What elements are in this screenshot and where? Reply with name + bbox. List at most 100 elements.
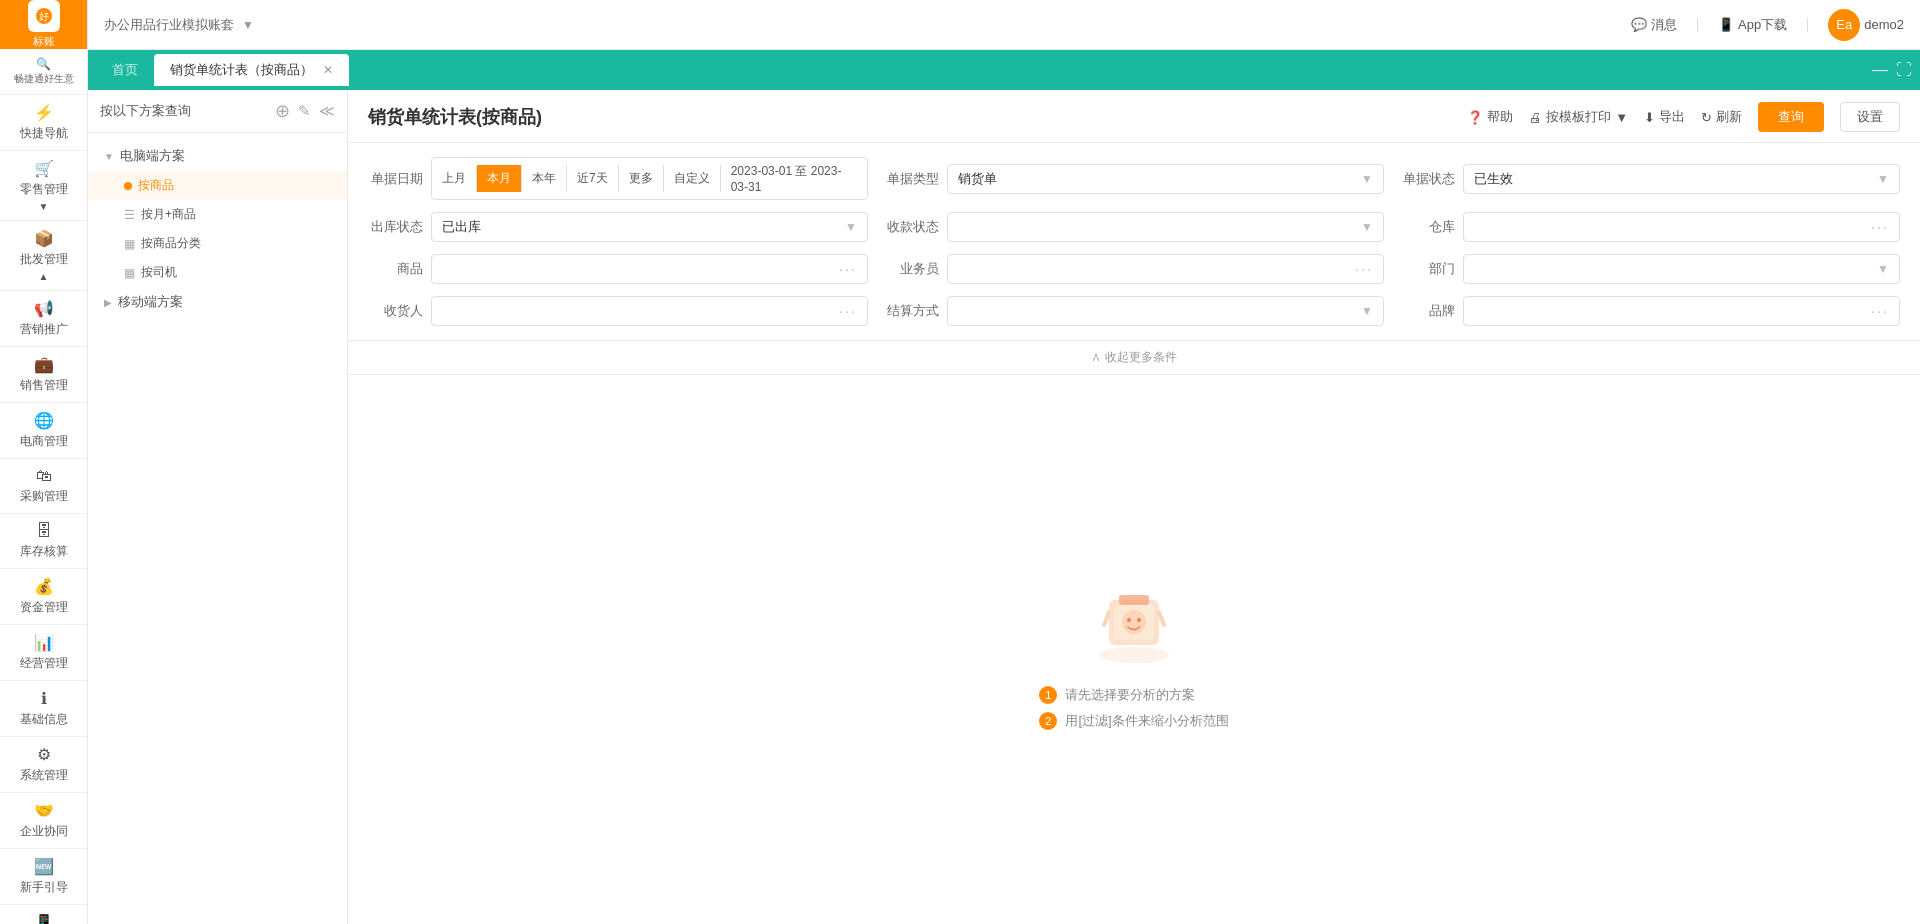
date-more[interactable]: 更多 xyxy=(619,165,664,192)
filter-warehouse: 仓库 ··· xyxy=(1400,212,1900,242)
tab-sales-report-label: 销货单统计表（按商品） xyxy=(170,61,313,79)
tab-home-label: 首页 xyxy=(112,61,138,79)
tree-sub-item-by-month-goods[interactable]: ☰ 按月+商品 xyxy=(88,200,347,229)
date-7days[interactable]: 近7天 xyxy=(567,165,619,192)
help-action[interactable]: ❓ 帮助 xyxy=(1467,108,1513,126)
sidebar-item-inventory[interactable]: 🗄 库存核算 xyxy=(0,514,87,569)
payment-status-label: 收款状态 xyxy=(884,218,939,236)
header-right: 💬 消息 📱 App下载 Ea demo2 xyxy=(1631,9,1904,41)
main-area: 办公用品行业模拟账套 ▼ 💬 消息 📱 App下载 Ea demo2 xyxy=(88,0,1920,924)
svg-rect-8 xyxy=(1119,595,1149,605)
out-status-arrow: ▼ xyxy=(845,220,857,234)
add-scheme-icon[interactable]: ⊕ xyxy=(275,100,290,122)
retail-label: 零售管理 xyxy=(20,181,68,198)
sidebar-item-wholesale[interactable]: 📦 批发管理 ▲ xyxy=(0,221,87,291)
collapse-label: 收起更多条件 xyxy=(1105,350,1177,364)
collapse-button[interactable]: ∧ 收起更多条件 xyxy=(348,341,1920,375)
ecommerce-icon: 🌐 xyxy=(34,411,54,430)
sidebar-item-ecommerce[interactable]: 🌐 电商管理 xyxy=(0,403,87,459)
filter-settlement: 结算方式 ▼ xyxy=(884,296,1384,326)
tree-sub-item-by-goods[interactable]: 按商品 xyxy=(88,171,347,200)
warehouse-input[interactable]: ··· xyxy=(1463,212,1900,242)
tab-maximize-icon[interactable]: ⛶ xyxy=(1896,61,1912,79)
filter-bill-status: 单据状态 已生效 ▼ xyxy=(1400,164,1900,194)
search-menu[interactable]: 🔍 畅捷通好生意 xyxy=(0,49,87,95)
message-item[interactable]: 💬 消息 xyxy=(1631,16,1677,34)
sidebar-item-purchase[interactable]: 🛍 采购管理 xyxy=(0,459,87,514)
sidebar-item-operations[interactable]: 📊 经营管理 xyxy=(0,625,87,681)
wholesale-icon: 📦 xyxy=(34,229,54,248)
avatar-text: Ea xyxy=(1836,17,1852,32)
date-range-value[interactable]: 2023-03-01 至 2023-03-31 xyxy=(721,158,867,199)
sidebar-item-appcenter[interactable]: 📱 应用中心 xyxy=(0,905,87,924)
department-arrow: ▼ xyxy=(1877,262,1889,276)
download-icon: 📱 xyxy=(1718,17,1734,32)
date-this-year[interactable]: 本年 xyxy=(522,165,567,192)
tree-sub-item-by-driver[interactable]: ▦ 按司机 xyxy=(88,258,347,287)
purchase-icon: 🛍 xyxy=(36,467,52,485)
date-custom[interactable]: 自定义 xyxy=(664,165,721,192)
sidebar-item-newguide[interactable]: 🆕 新手引导 xyxy=(0,849,87,905)
goods-input[interactable]: ··· xyxy=(431,254,868,284)
export-action[interactable]: ⬇ 导出 xyxy=(1644,108,1685,126)
enterprise-label: 企业协同 xyxy=(20,823,68,840)
sidebar-item-enterprise[interactable]: 🤝 企业协同 xyxy=(0,793,87,849)
settlement-label: 结算方式 xyxy=(884,302,939,320)
tab-bar-right: — ⛶ xyxy=(1872,61,1912,79)
app-download-label: App下载 xyxy=(1738,16,1787,34)
recipient-input[interactable]: ··· xyxy=(431,296,868,326)
by-category-label: 按商品分类 xyxy=(141,235,201,252)
date-filter: 上月 本月 本年 近7天 更多 自定义 2023-03-01 至 2023-03… xyxy=(431,157,868,200)
tab-bar: 首页 销货单统计表（按商品） ✕ — ⛶ xyxy=(88,50,1920,90)
wholesale-label: 批发管理 xyxy=(20,251,68,268)
bill-type-select[interactable]: 销货单 ▼ xyxy=(947,164,1384,194)
settlement-select[interactable]: ▼ xyxy=(947,296,1384,326)
sidebar-item-quicknav[interactable]: ⚡ 快捷导航 xyxy=(0,95,87,151)
tree-item-mobile[interactable]: ▶ 移动端方案 xyxy=(88,287,347,317)
left-panel-header: 按以下方案查询 ⊕ ✎ ≪ xyxy=(88,90,347,133)
brand-input[interactable]: ··· xyxy=(1463,296,1900,326)
filter-area: 单据日期 上月 本月 本年 近7天 更多 自定义 2023-03-01 至 20… xyxy=(348,143,1920,341)
sidebar-item-marketing[interactable]: 📢 营销推广 xyxy=(0,291,87,347)
tab-close-icon[interactable]: ✕ xyxy=(323,63,333,77)
app-download-item[interactable]: 📱 App下载 xyxy=(1718,16,1787,34)
tree-item-pc[interactable]: ▼ 电脑端方案 xyxy=(88,141,347,171)
filter-date: 单据日期 上月 本月 本年 近7天 更多 自定义 2023-03-01 至 20… xyxy=(368,157,868,200)
date-this-month[interactable]: 本月 xyxy=(477,165,522,192)
left-panel: 按以下方案查询 ⊕ ✎ ≪ ▼ 电脑端方案 按商品 xyxy=(88,90,348,924)
sidebar-item-system[interactable]: ⚙ 系统管理 xyxy=(0,737,87,793)
salesperson-input[interactable]: ··· xyxy=(947,254,1384,284)
refresh-action[interactable]: ↻ 刷新 xyxy=(1701,108,1742,126)
payment-status-select[interactable]: ▼ xyxy=(947,212,1384,242)
tab-minimize-icon[interactable]: — xyxy=(1872,61,1888,79)
sidebar-item-retail[interactable]: 🛒 零售管理 ▼ xyxy=(0,151,87,221)
edit-scheme-icon[interactable]: ✎ xyxy=(298,102,311,120)
sidebar-item-basicinfo[interactable]: ℹ 基础信息 xyxy=(0,681,87,737)
sidebar-item-sales[interactable]: 💼 销售管理 xyxy=(0,347,87,403)
filter-salesperson: 业务员 ··· xyxy=(884,254,1384,284)
inventory-label: 库存核算 xyxy=(20,543,68,560)
date-last-month[interactable]: 上月 xyxy=(432,165,477,192)
workspace-dropdown[interactable]: ▼ xyxy=(242,18,254,32)
tab-sales-report[interactable]: 销货单统计表（按商品） ✕ xyxy=(154,54,349,86)
department-select[interactable]: ▼ xyxy=(1463,254,1900,284)
divider2 xyxy=(1807,18,1808,32)
filter-recipient: 收货人 ··· xyxy=(368,296,868,326)
collapse-left-icon[interactable]: ≪ xyxy=(319,102,335,120)
tree-sub-item-by-category[interactable]: ▦ 按商品分类 xyxy=(88,229,347,258)
sidebar-item-finance[interactable]: 💰 资金管理 xyxy=(0,569,87,625)
recipient-dots: ··· xyxy=(839,303,857,319)
setting-button[interactable]: 设置 xyxy=(1840,102,1900,132)
tree-section: ▼ 电脑端方案 按商品 ☰ 按月+商品 ▦ 按商品分类 ▦ xyxy=(88,133,347,325)
filter-row-4: 收货人 ··· 结算方式 ▼ 品牌 xyxy=(368,296,1900,326)
user-item[interactable]: Ea demo2 xyxy=(1828,9,1904,41)
bill-status-select[interactable]: 已生效 ▼ xyxy=(1463,164,1900,194)
print-action[interactable]: 🖨 按模板打印 ▼ xyxy=(1529,108,1628,126)
tip2-text: 用[过滤]条件来缩小分析范围 xyxy=(1065,712,1228,730)
out-status-select[interactable]: 已出库 ▼ xyxy=(431,212,868,242)
tip1-num: 1 xyxy=(1039,686,1057,704)
date-label: 单据日期 xyxy=(368,170,423,188)
query-button[interactable]: 查询 xyxy=(1758,102,1824,132)
tab-home[interactable]: 首页 xyxy=(96,54,154,86)
system-label: 系统管理 xyxy=(20,767,68,784)
